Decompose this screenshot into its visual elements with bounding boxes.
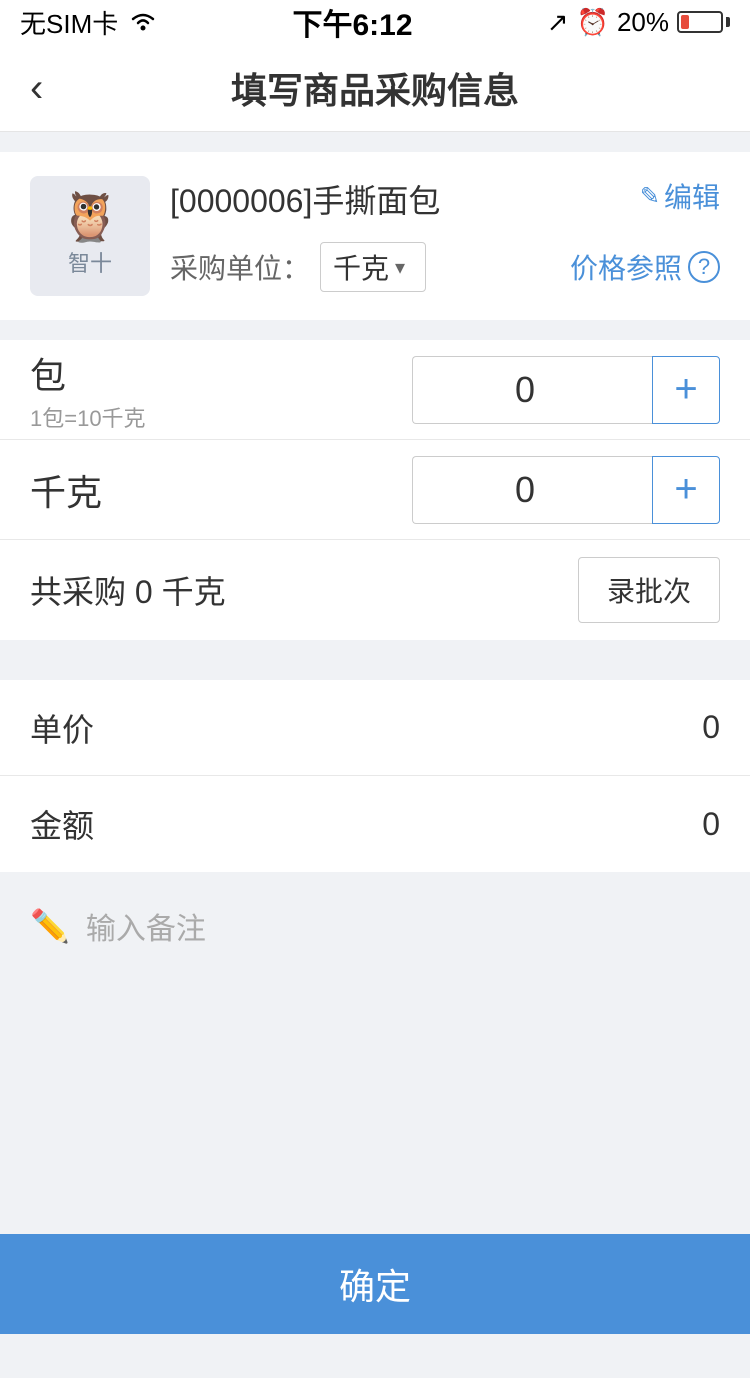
product-card: 🦉 智十 [0000006]手撕面包 ✎ 编辑 采购单位： 千克 ▾: [0, 152, 750, 320]
amount-row: 金额 0: [0, 776, 750, 872]
edit-icon: ✎: [640, 182, 660, 211]
amount-label: 金额: [30, 801, 94, 847]
bag-conversion-label: 1包=10千克: [30, 401, 150, 433]
status-bar: 无SIM卡 下午6:12 ↗ ⏰ 20%: [0, 0, 750, 44]
bag-quantity-row: 包 1包=10千克 +: [0, 340, 750, 440]
pencil-icon: ✏️: [30, 907, 70, 945]
page-title: 填写商品采购信息: [231, 62, 519, 114]
dropdown-arrow-icon: ▾: [395, 255, 405, 280]
unit-price-value: 0: [702, 709, 720, 746]
unit-price-label: 单价: [30, 705, 94, 751]
edit-product-button[interactable]: ✎ 编辑: [640, 176, 720, 216]
help-icon: ?: [688, 251, 720, 283]
wifi-icon: [128, 7, 158, 38]
kg-label: 千克: [30, 464, 150, 516]
status-carrier: 无SIM卡: [20, 4, 158, 41]
summary-row: 共采购 0 千克 录批次: [0, 540, 750, 640]
product-logo-text: 智十: [68, 246, 112, 278]
battery-percentage: 20%: [617, 7, 669, 38]
alarm-icon: ⏰: [577, 7, 609, 38]
unit-select-dropdown[interactable]: 千克 ▾: [320, 242, 426, 292]
nav-bar: ‹ 填写商品采购信息: [0, 44, 750, 132]
separator-2: [0, 640, 750, 660]
remark-section[interactable]: ✏️ 输入备注: [0, 874, 750, 978]
price-section: 单价 0 金额 0: [0, 680, 750, 872]
kg-label-main: 千克: [30, 464, 150, 516]
status-time: 下午6:12: [292, 0, 412, 44]
product-image: 🦉 智十: [30, 176, 150, 296]
price-ref-label: 价格参照: [570, 247, 682, 287]
unit-label: 采购单位： 千克 ▾: [170, 242, 426, 292]
bag-label-main: 包: [30, 347, 150, 399]
remark-input-placeholder[interactable]: 输入备注: [86, 904, 206, 948]
bag-quantity-input[interactable]: [412, 356, 652, 424]
kg-quantity-row: 千克 +: [0, 440, 750, 540]
status-indicators: ↗ ⏰ 20%: [547, 7, 730, 38]
product-name: [0000006]手撕面包: [170, 176, 640, 222]
confirm-button[interactable]: 确定: [0, 1234, 750, 1334]
amount-value: 0: [702, 806, 720, 843]
product-info: [0000006]手撕面包 ✎ 编辑 采购单位： 千克 ▾ 价格参照 ?: [170, 176, 720, 292]
bag-input-area: +: [150, 356, 720, 424]
content-filler: [0, 978, 750, 1278]
back-button[interactable]: ‹: [20, 58, 53, 118]
bag-plus-button[interactable]: +: [652, 356, 720, 424]
record-batch-button[interactable]: 录批次: [578, 557, 720, 623]
quantity-form: 包 1包=10千克 + 千克 +: [0, 340, 750, 540]
confirm-label: 确定: [339, 1258, 411, 1310]
kg-quantity-input[interactable]: [412, 456, 652, 524]
unit-value: 千克: [333, 247, 389, 287]
kg-input-area: +: [150, 456, 720, 524]
kg-plus-button[interactable]: +: [652, 456, 720, 524]
unit-price-row: 单价 0: [0, 680, 750, 776]
product-header: [0000006]手撕面包 ✎ 编辑: [170, 176, 720, 222]
separator-1: [0, 320, 750, 340]
product-logo-owl: 🦉: [60, 194, 120, 242]
edit-label: 编辑: [664, 176, 720, 216]
carrier-text: 无SIM卡: [20, 4, 118, 41]
battery-icon: [677, 11, 730, 33]
product-unit-row: 采购单位： 千克 ▾ 价格参照 ?: [170, 242, 720, 292]
location-icon: ↗: [547, 7, 569, 38]
bag-label: 包 1包=10千克: [30, 347, 150, 433]
main-content: 🦉 智十 [0000006]手撕面包 ✎ 编辑 采购单位： 千克 ▾: [0, 152, 750, 1378]
price-reference-button[interactable]: 价格参照 ?: [570, 247, 720, 287]
total-purchase-text: 共采购 0 千克: [30, 567, 226, 613]
